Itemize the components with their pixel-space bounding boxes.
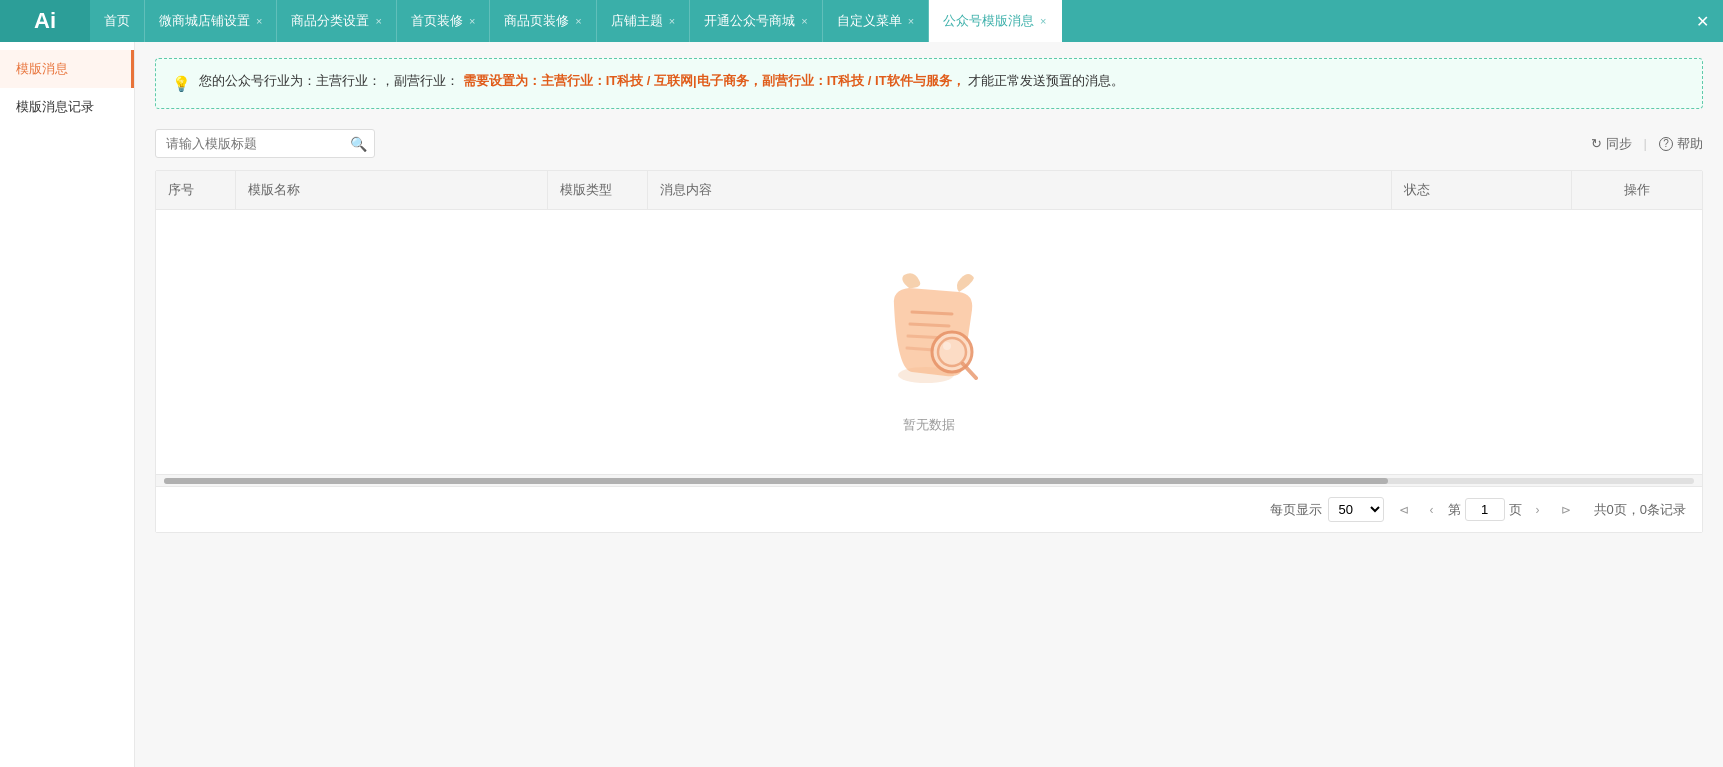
first-page-button[interactable]: ⊲ <box>1392 498 1416 522</box>
sync-button[interactable]: ↻ 同步 <box>1591 135 1632 153</box>
page-size-select[interactable]: 50 10 20 100 <box>1328 497 1384 522</box>
svg-line-1 <box>912 312 952 314</box>
col-header-seq: 序号 <box>156 171 236 209</box>
col-header-content: 消息内容 <box>648 171 1392 209</box>
notice-icon: 💡 <box>172 72 191 96</box>
notice-prefix: 您的公众号行业为：主营行业：，副营行业： <box>199 73 459 88</box>
sidebar-item-template-msg[interactable]: 模版消息 <box>0 50 134 88</box>
page-size-wrap: 每页显示 50 10 20 100 <box>1270 497 1384 522</box>
nav-tab-close-product-decor[interactable]: × <box>575 15 581 27</box>
page-label: 第 <box>1448 501 1461 519</box>
last-page-button[interactable]: ⊳ <box>1554 498 1578 522</box>
search-button[interactable]: 🔍 <box>350 136 367 152</box>
nav-tab-home-decor[interactable]: 首页装修 × <box>397 0 490 42</box>
nav-tab-home[interactable]: 首页 <box>90 0 145 42</box>
col-header-status: 状态 <box>1392 171 1572 209</box>
nav-tab-custom-menu[interactable]: 自定义菜单 × <box>823 0 929 42</box>
notice-box: 💡 您的公众号行业为：主营行业：，副营行业： 需要设置为：主营行业：IT科技 /… <box>155 58 1703 109</box>
col-header-type: 模版类型 <box>548 171 648 209</box>
svg-point-8 <box>943 342 951 350</box>
table-header: 序号 模版名称 模版类型 消息内容 状态 操作 <box>156 171 1702 210</box>
next-page-button[interactable]: › <box>1526 498 1550 522</box>
nav-tab-product-decor[interactable]: 商品页装修 × <box>490 0 596 42</box>
page-input[interactable] <box>1465 498 1505 521</box>
help-button[interactable]: ? 帮助 <box>1659 135 1703 153</box>
empty-text: 暂无数据 <box>903 416 955 434</box>
main-layout: 模版消息 模版消息记录 💡 您的公众号行业为：主营行业：，副营行业： 需要设置为… <box>0 42 1723 767</box>
toolbar-right: ↻ 同步 | ? 帮助 <box>1591 135 1703 153</box>
svg-line-7 <box>963 364 976 378</box>
search-input-wrap: 🔍 <box>155 129 375 158</box>
page-size-label: 每页显示 <box>1270 501 1322 519</box>
col-header-name: 模版名称 <box>236 171 548 209</box>
sidebar-item-template-msg-record[interactable]: 模版消息记录 <box>0 88 134 126</box>
scrollbar-track[interactable] <box>164 478 1694 484</box>
sync-icon: ↻ <box>1591 136 1602 151</box>
help-circle-icon: ? <box>1659 137 1673 151</box>
nav-tab-template-msg[interactable]: 公众号模版消息 × <box>929 0 1061 42</box>
svg-line-4 <box>907 348 934 350</box>
nav-tab-close-store-theme[interactable]: × <box>669 15 675 27</box>
nav-tab-close-open-mall[interactable]: × <box>801 15 807 27</box>
nav-tab-close-shop-settings[interactable]: × <box>256 15 262 27</box>
nav-tab-close-home-decor[interactable]: × <box>469 15 475 27</box>
notice-highlight: 需要设置为：主营行业：IT科技 / 互联网|电子商务，副营行业：IT科技 / I… <box>463 73 965 88</box>
nav-tab-close-template-msg[interactable]: × <box>1040 15 1046 27</box>
top-nav: Ai 首页微商城店铺设置 ×商品分类设置 ×首页装修 ×商品页装修 ×店铺主题 … <box>0 0 1723 42</box>
page-navigation: ⊲ ‹ 第 页 › ⊳ <box>1392 498 1578 522</box>
total-text: 共0页，0条记录 <box>1594 501 1686 519</box>
prev-page-button[interactable]: ‹ <box>1420 498 1444 522</box>
nav-tabs: 首页微商城店铺设置 ×商品分类设置 ×首页装修 ×商品页装修 ×店铺主题 ×开通… <box>90 0 1681 42</box>
nav-tab-open-mall[interactable]: 开通公众号商城 × <box>690 0 822 42</box>
notice-suffix: 才能正常发送预置的消息。 <box>968 73 1124 88</box>
empty-state: 暂无数据 <box>156 210 1702 474</box>
empty-illustration <box>864 270 994 400</box>
page-unit: 页 <box>1509 501 1522 519</box>
svg-line-2 <box>910 324 949 326</box>
close-all-button[interactable]: ✕ <box>1681 0 1723 42</box>
sidebar: 模版消息 模版消息记录 <box>0 42 135 767</box>
pagination: 每页显示 50 10 20 100 ⊲ ‹ 第 页 › ⊳ <box>156 486 1702 532</box>
col-header-action: 操作 <box>1572 171 1702 209</box>
horizontal-scrollbar[interactable] <box>156 474 1702 486</box>
nav-tab-category-settings[interactable]: 商品分类设置 × <box>277 0 396 42</box>
nav-tab-close-category-settings[interactable]: × <box>375 15 381 27</box>
main-content: 💡 您的公众号行业为：主营行业：，副营行业： 需要设置为：主营行业：IT科技 /… <box>135 42 1723 767</box>
search-bar: 🔍 ↻ 同步 | ? 帮助 <box>155 129 1703 158</box>
nav-tab-shop-settings[interactable]: 微商城店铺设置 × <box>145 0 277 42</box>
nav-tab-close-custom-menu[interactable]: × <box>908 15 914 27</box>
search-input[interactable] <box>155 129 375 158</box>
nav-tab-store-theme[interactable]: 店铺主题 × <box>597 0 690 42</box>
app-logo: Ai <box>0 0 90 42</box>
toolbar-divider: | <box>1644 136 1647 151</box>
scrollbar-thumb[interactable] <box>164 478 1388 484</box>
data-table: 序号 模版名称 模版类型 消息内容 状态 操作 <box>155 170 1703 533</box>
